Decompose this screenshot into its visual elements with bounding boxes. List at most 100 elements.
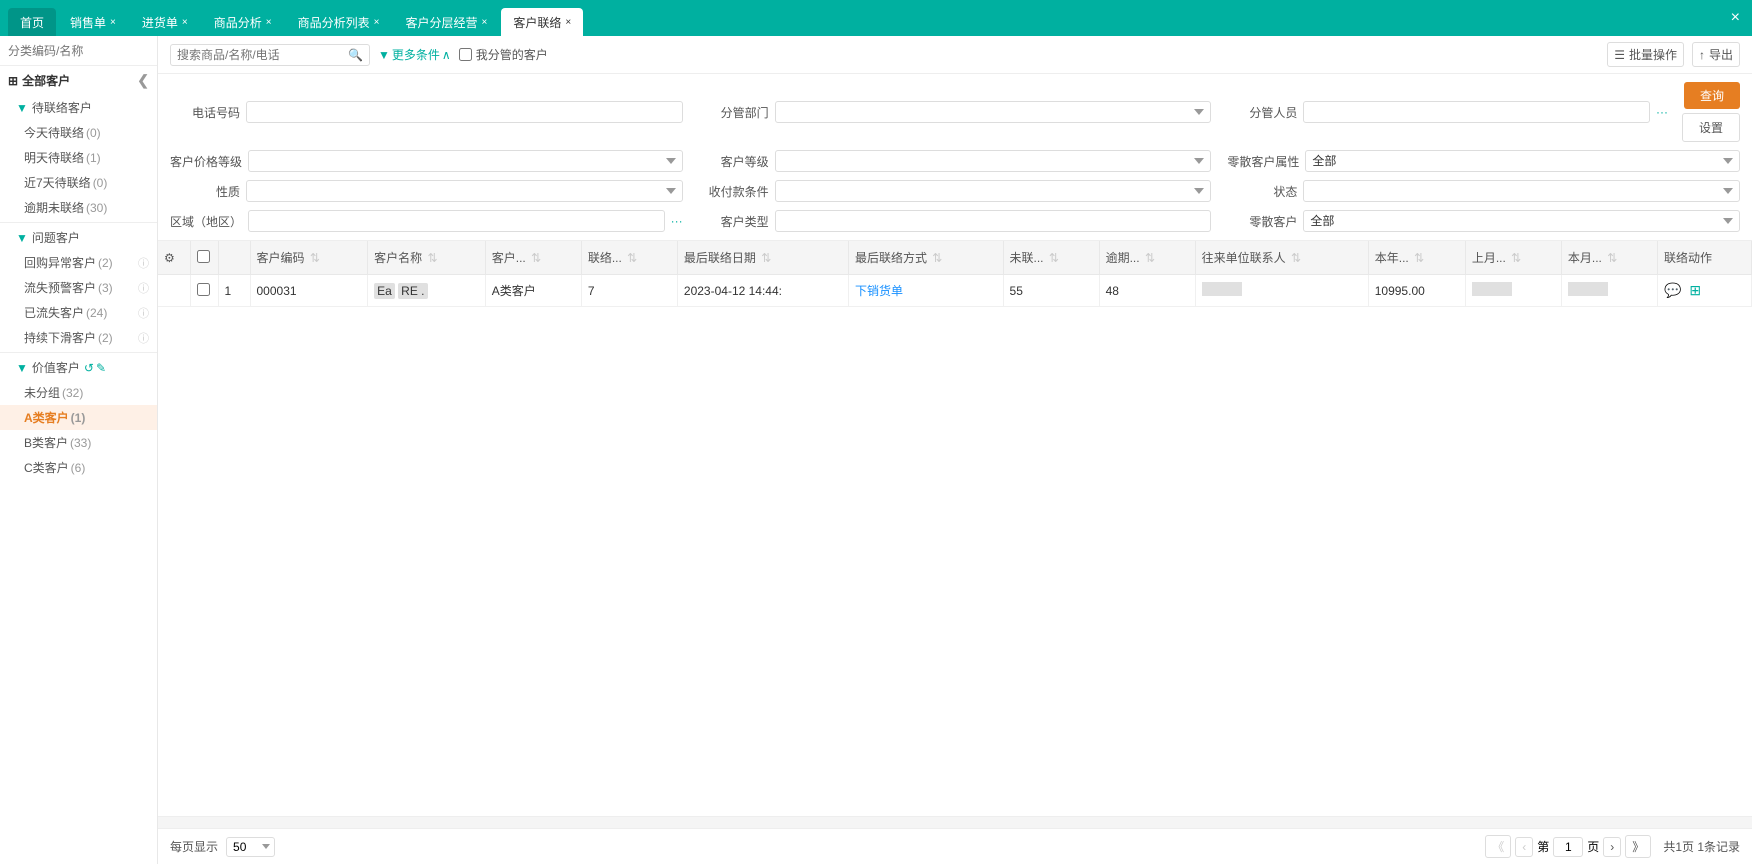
nav-tab-销售单[interactable]: 销售单× <box>58 8 128 36</box>
page-navigation: 《 ‹ 第 页 › 》 共1页 1条记录 <box>1485 835 1740 858</box>
sidebar-item-problem[interactable]: 流失预警客户(3)ⓘ <box>0 275 157 300</box>
nature-select[interactable] <box>246 180 683 202</box>
sidebar-item-problem[interactable]: 回购异常客户(2)ⓘ <box>0 250 157 275</box>
this-month-col-header[interactable]: 本月... ⇅ <box>1561 241 1657 275</box>
sidebar: 🔍 ⊞ 全部客户 ❮ ▼ 待联络客户 今天待联络(0)明天待联络(1)近7天待联… <box>0 36 158 864</box>
sidebar-item-problem[interactable]: 已流失客户(24)ⓘ <box>0 300 157 325</box>
nav-tab-商品分析[interactable]: 商品分析× <box>202 8 284 36</box>
last-method-col-header[interactable]: 最后联络方式 ⇅ <box>848 241 1003 275</box>
contacts-col-header[interactable]: 联络... ⇅ <box>581 241 677 275</box>
problem-customers-group[interactable]: ▼ 问题客户 <box>0 225 157 250</box>
edit-icon[interactable]: ✎ <box>96 361 106 375</box>
nav-tab-客户联络[interactable]: 客户联络× <box>501 8 583 36</box>
phone-input[interactable] <box>246 101 683 123</box>
nav-tab-商品分析列表[interactable]: 商品分析列表× <box>286 8 392 36</box>
batch-label: 批量操作 <box>1629 46 1677 63</box>
last-page-btn[interactable]: 》 <box>1625 835 1651 858</box>
retail-attr-select[interactable]: 全部 <box>1305 150 1740 172</box>
region-dots-btn[interactable]: ··· <box>671 214 683 228</box>
row-last-method-cell[interactable]: 下销货单 <box>848 275 1003 307</box>
sidebar-item-value[interactable]: C类客户(6) <box>0 455 157 480</box>
row-overdue-cell: 48 <box>1099 275 1195 307</box>
filter-bar: 🔍 ▼ 更多条件 ∧ 我分管的客户 ☰ 批量操作 ↑ 导出 <box>158 36 1752 74</box>
nav-tab-客户分层经营[interactable]: 客户分层经营× <box>393 8 499 36</box>
status-filter-row: 状态 <box>1227 180 1740 202</box>
filter-action-buttons: 查询 设置 <box>1682 82 1740 142</box>
batch-operation-btn[interactable]: ☰ 批量操作 <box>1607 42 1684 67</box>
overdue-col-header[interactable]: 逾期... ⇅ <box>1099 241 1195 275</box>
close-tab-icon[interactable]: × <box>110 17 116 28</box>
staff-dots-btn[interactable]: ··· <box>1656 105 1668 119</box>
settings-button[interactable]: 设置 <box>1682 113 1740 142</box>
price-level-select[interactable] <box>248 150 683 172</box>
pending-items-list: 今天待联络(0)明天待联络(1)近7天待联络(0)逾期未联络(30) <box>0 120 157 220</box>
sidebar-item-problem[interactable]: 持续下滑客户(2)ⓘ <box>0 325 157 350</box>
customer-type-filter-row: 客户类型 <box>699 210 1212 232</box>
first-page-btn[interactable]: 《 <box>1485 835 1511 858</box>
my-customers-checkbox[interactable]: 我分管的客户 <box>459 46 548 63</box>
row-actions-cell: 💬 ⊞ <box>1657 275 1751 307</box>
page-number-input[interactable] <box>1553 837 1583 857</box>
horizontal-scrollbar[interactable] <box>158 816 1752 828</box>
last-date-col-header[interactable]: 最后联络日期 ⇅ <box>677 241 848 275</box>
grid-action-icon[interactable]: ⊞ <box>1689 282 1701 299</box>
sidebar-item-value[interactable]: B类客户(33) <box>0 430 157 455</box>
page-label: 第 <box>1537 838 1549 855</box>
payment-select[interactable] <box>775 180 1212 202</box>
close-tab-icon[interactable]: × <box>565 17 571 28</box>
this-year-col-header[interactable]: 本年... ⇅ <box>1368 241 1465 275</box>
level-col-header[interactable]: 客户... ⇅ <box>485 241 581 275</box>
next-page-btn[interactable]: › <box>1603 837 1621 857</box>
department-select[interactable] <box>775 101 1212 123</box>
sidebar-item-pending[interactable]: 明天待联络(1) <box>0 145 157 170</box>
export-btn[interactable]: ↑ 导出 <box>1692 42 1740 67</box>
close-tab-icon[interactable]: × <box>374 17 380 28</box>
sidebar-collapse-icon[interactable]: ❮ <box>137 72 149 89</box>
message-action-icon[interactable]: 💬 <box>1664 282 1681 299</box>
select-all-checkbox[interactable] <box>197 250 210 263</box>
sidebar-item-value[interactable]: A类客户(1) <box>0 405 157 430</box>
unit-contact-col-header[interactable]: 往来单位联系人 ⇅ <box>1195 241 1368 275</box>
settings-col-header[interactable]: ⚙ <box>158 241 190 275</box>
more-conditions-btn[interactable]: ▼ 更多条件 ∧ <box>378 46 451 63</box>
last-method-link[interactable]: 下销货单 <box>855 284 903 298</box>
sidebar-item-value[interactable]: 未分组(32) <box>0 380 157 405</box>
status-select[interactable] <box>1303 180 1740 202</box>
sidebar-item-pending[interactable]: 逾期未联络(30) <box>0 195 157 220</box>
staff-filter-row: 分管人员 ··· 查询 设置 <box>1227 82 1740 142</box>
query-button[interactable]: 查询 <box>1684 82 1740 109</box>
nav-tab-首页[interactable]: 首页 <box>8 8 56 36</box>
region-input[interactable] <box>248 210 665 232</box>
nav-tab-进货单[interactable]: 进货单× <box>130 8 200 36</box>
sidebar-search-input[interactable] <box>8 44 158 58</box>
pending-contact-group[interactable]: ▼ 待联络客户 <box>0 95 157 120</box>
customer-type-input[interactable] <box>775 210 1212 232</box>
checkbox-col-header[interactable] <box>190 241 218 275</box>
refresh-icon[interactable]: ↺ <box>84 361 94 375</box>
close-all-button[interactable]: × <box>1727 5 1744 31</box>
row-checkbox[interactable] <box>197 283 210 296</box>
page-size-select[interactable]: 50 100 200 <box>226 837 275 857</box>
row-checkbox-cell[interactable] <box>190 275 218 307</box>
retail-customer-select[interactable]: 全部 <box>1303 210 1740 232</box>
close-tab-icon[interactable]: × <box>481 17 487 28</box>
name-col-header[interactable]: 客户名称 ⇅ <box>368 241 486 275</box>
prev-page-btn[interactable]: ‹ <box>1515 837 1533 857</box>
filter-search-icon[interactable]: 🔍 <box>348 48 363 62</box>
no-contact-col-header[interactable]: 未联... ⇅ <box>1003 241 1099 275</box>
close-tab-icon[interactable]: × <box>182 17 188 28</box>
last-month-col-header[interactable]: 上月... ⇅ <box>1465 241 1561 275</box>
close-tab-icon[interactable]: × <box>266 17 272 28</box>
customer-level-select[interactable] <box>775 150 1212 172</box>
sidebar-item-pending[interactable]: 今天待联络(0) <box>0 120 157 145</box>
triangle-icon3: ▼ <box>16 361 28 375</box>
my-customers-check[interactable] <box>459 48 472 61</box>
customer-search-input[interactable] <box>177 48 344 62</box>
sidebar-item-pending[interactable]: 近7天待联络(0) <box>0 170 157 195</box>
code-col-header[interactable]: 客户编码 ⇅ <box>250 241 368 275</box>
filter-search-box[interactable]: 🔍 <box>170 44 370 66</box>
value-customers-group[interactable]: ▼ 价值客户 ↺ ✎ <box>0 355 157 380</box>
all-customers-section[interactable]: ⊞ 全部客户 ❮ <box>0 66 157 95</box>
grid-icon: ⊞ <box>8 74 18 88</box>
staff-input[interactable] <box>1303 101 1650 123</box>
